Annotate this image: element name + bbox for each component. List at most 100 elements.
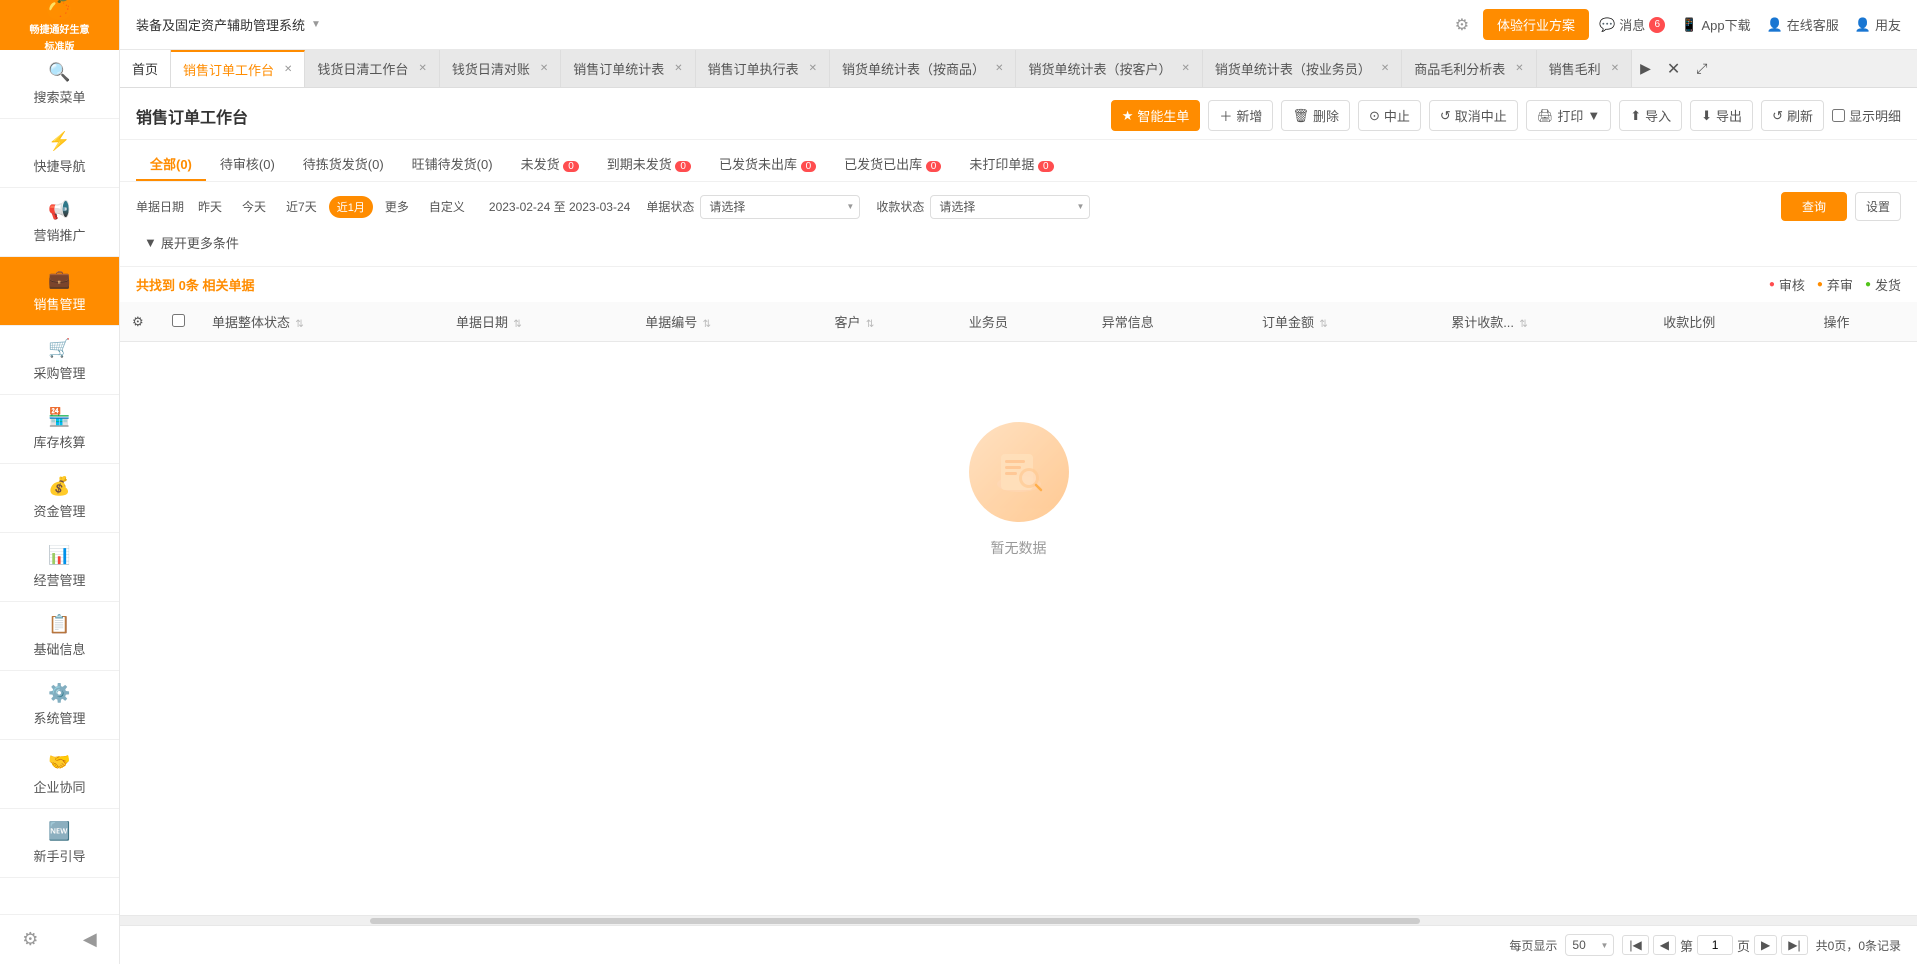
first-page-btn[interactable]: |◀ [1622, 935, 1648, 955]
expand-more-btn[interactable]: ▼ 展开更多条件 [136, 229, 247, 256]
show-detail-input[interactable] [1832, 109, 1845, 122]
expand-label: 展开更多条件 [161, 233, 239, 252]
prev-page-btn[interactable]: ◀ [1653, 935, 1676, 955]
tab-close-icon[interactable]: ✕ [809, 63, 817, 74]
sort-number-icon[interactable]: ⇅ [703, 319, 711, 330]
sidebar-item-purchase[interactable]: 🛒 采购管理 [0, 326, 119, 395]
filter-tab-overdue[interactable]: 到期未发货 0 [593, 148, 705, 181]
date-opt-last1month[interactable]: 近1月 [329, 196, 373, 218]
tab-maximize-btn[interactable]: ⤢ [1688, 50, 1715, 88]
sort-status-icon[interactable]: ⇅ [295, 319, 303, 330]
filter-tab-pending-inspect[interactable]: 待拣货发货(0) [289, 148, 398, 181]
tab-close-icon[interactable]: ✕ [1381, 63, 1389, 74]
sort-collected-icon[interactable]: ⇅ [1519, 319, 1527, 330]
column-settings-icon[interactable]: ⚙ [132, 314, 144, 329]
date-opt-custom[interactable]: 自定义 [421, 195, 473, 218]
scrollbar-thumb[interactable] [370, 918, 1420, 924]
tab-sales-order-stats[interactable]: 销售订单统计表 ✕ [561, 50, 695, 88]
date-opt-last7days[interactable]: 近7天 [278, 195, 325, 218]
sidebar-item-marketing[interactable]: 📢 营销推广 [0, 188, 119, 257]
tab-close-all-btn[interactable]: ✕ [1659, 50, 1688, 88]
delete-btn[interactable]: 🗑 删除 [1281, 100, 1350, 131]
cancel-stop-btn[interactable]: ↺ 取消中止 [1429, 100, 1518, 131]
date-opt-yesterday[interactable]: 昨天 [190, 195, 230, 218]
sort-customer-icon[interactable]: ⇅ [866, 319, 874, 330]
export-btn[interactable]: ⬇ 导出 [1690, 100, 1753, 131]
sidebar-item-system[interactable]: ⚙️ 系统管理 [0, 671, 119, 740]
th-customer: 客户 ⇅ [822, 302, 956, 342]
user-menu-btn[interactable]: 👤 用友 [1855, 15, 1901, 34]
page-header: 销售订单工作台 ★ 智能生单 ＋ 新增 🗑 删除 ⊙ 中止 [120, 88, 1917, 140]
sidebar-item-enterprise[interactable]: 🤝 企业协同 [0, 740, 119, 809]
sidebar-item-finance[interactable]: 💰 资金管理 [0, 464, 119, 533]
tab-sales-order-exec[interactable]: 销售订单执行表 ✕ [696, 50, 830, 88]
cancel-stop-icon: ↺ [1440, 108, 1451, 124]
sort-date-icon[interactable]: ⇅ [513, 319, 521, 330]
sidebar-item-sales[interactable]: 💼 销售管理 [0, 257, 119, 326]
trial-btn[interactable]: 体验行业方案 [1483, 9, 1589, 40]
app-download-btn[interactable]: 📱 App下载 [1681, 15, 1750, 34]
ship-action-btn[interactable]: ● 发货 [1865, 275, 1901, 294]
sort-amount-icon[interactable]: ⇅ [1319, 319, 1327, 330]
collapse-btn[interactable]: ◀ [75, 925, 105, 954]
tab-close-icon[interactable]: ✕ [995, 63, 1003, 74]
tab-gross-profit[interactable]: 商品毛利分析表 ✕ [1402, 50, 1536, 88]
query-btn[interactable]: 查询 [1781, 192, 1847, 221]
sidebar-item-inventory[interactable]: 🏪 库存核算 [0, 395, 119, 464]
tab-sales-stats-staff[interactable]: 销货单统计表（按业务员） ✕ [1203, 50, 1402, 88]
online-service-btn[interactable]: 👤 在线客服 [1767, 15, 1839, 34]
sidebar-item-operations[interactable]: 📊 经营管理 [0, 533, 119, 602]
refresh-btn[interactable]: ↺ 刷新 [1761, 100, 1824, 131]
tab-more-btn[interactable]: ▶ [1632, 50, 1659, 88]
date-opt-more[interactable]: 更多 [377, 195, 417, 218]
filter-tab-shipped-not-out[interactable]: 已发货未出库 0 [705, 148, 830, 181]
filter-tab-pending-review[interactable]: 待审核(0) [206, 148, 289, 181]
settings-bottom-btn[interactable]: ⚙ [14, 925, 46, 954]
tab-close-icon[interactable]: ✕ [1181, 63, 1189, 74]
sidebar-item-search[interactable]: 🔍 搜索菜单 [0, 50, 119, 119]
stop-btn[interactable]: ⊙ 中止 [1358, 100, 1421, 131]
tab-home[interactable]: 首页 [120, 50, 171, 88]
message-btn[interactable]: 💬 消息 6 [1599, 15, 1665, 34]
settings-btn[interactable]: 设置 [1855, 192, 1901, 221]
expand-icon: ▼ [144, 235, 157, 250]
page-num-input[interactable] [1697, 935, 1733, 955]
tab-sales-stats-product[interactable]: 销货单统计表（按商品） ✕ [830, 50, 1016, 88]
date-opt-today[interactable]: 今天 [234, 195, 274, 218]
tab-cash-reconcile[interactable]: 钱货日清对账 ✕ [440, 50, 561, 88]
payment-select[interactable]: 请选择 [930, 195, 1090, 219]
filter-tab-not-shipped[interactable]: 未发货 0 [507, 148, 593, 181]
next-page-btn[interactable]: ▶ [1754, 935, 1777, 955]
status-select[interactable]: 请选择 [700, 195, 860, 219]
topbar-gear-icon[interactable]: ⚙ [1451, 11, 1473, 39]
tab-daily-cash[interactable]: 钱货日清工作台 ✕ [305, 50, 439, 88]
tab-close-icon[interactable]: ✕ [540, 63, 548, 74]
last-page-btn[interactable]: ▶| [1781, 935, 1807, 955]
tab-close-icon[interactable]: ✕ [418, 63, 426, 74]
filter-tab-wangpu[interactable]: 旺铺待发货(0) [398, 148, 507, 181]
add-btn[interactable]: ＋ 新增 [1208, 100, 1273, 131]
filter-tab-all[interactable]: 全部(0) [136, 148, 206, 181]
filter-tab-shipped-out[interactable]: 已发货已出库 0 [830, 148, 955, 181]
tab-close-icon[interactable]: ✕ [1611, 63, 1619, 74]
empty-state: 暂无数据 [120, 342, 1917, 598]
print-btn[interactable]: 🖨 打印 ▼ [1526, 100, 1611, 131]
smart-create-btn[interactable]: ★ 智能生单 [1111, 100, 1201, 131]
per-page-select[interactable]: 50 100 200 [1565, 934, 1614, 956]
review-action-btn[interactable]: ● 审核 [1769, 275, 1805, 294]
filter-tab-not-printed[interactable]: 未打印单据 0 [955, 148, 1067, 181]
cancel-review-action-btn[interactable]: ● 弃审 [1817, 275, 1853, 294]
sidebar-item-basic-info[interactable]: 📋 基础信息 [0, 602, 119, 671]
sidebar-item-guide[interactable]: 🆕 新手引导 [0, 809, 119, 878]
tab-close-icon[interactable]: ✕ [284, 64, 292, 75]
tab-sales-stats-customer[interactable]: 销货单统计表（按客户） ✕ [1016, 50, 1202, 88]
select-all-checkbox[interactable] [172, 314, 185, 327]
tab-close-icon[interactable]: ✕ [674, 63, 682, 74]
show-detail-checkbox[interactable]: 显示明细 [1832, 106, 1901, 125]
tab-sales-profit[interactable]: 销售毛利 ✕ [1537, 50, 1632, 88]
tab-sales-order-workbench[interactable]: 销售订单工作台 ✕ [171, 50, 305, 88]
sidebar-item-quick-nav[interactable]: ⚡ 快捷导航 [0, 119, 119, 188]
system-title-dropdown-icon[interactable]: ▼ [311, 19, 321, 30]
import-btn[interactable]: ⬆ 导入 [1619, 100, 1682, 131]
tab-close-icon[interactable]: ✕ [1515, 63, 1523, 74]
